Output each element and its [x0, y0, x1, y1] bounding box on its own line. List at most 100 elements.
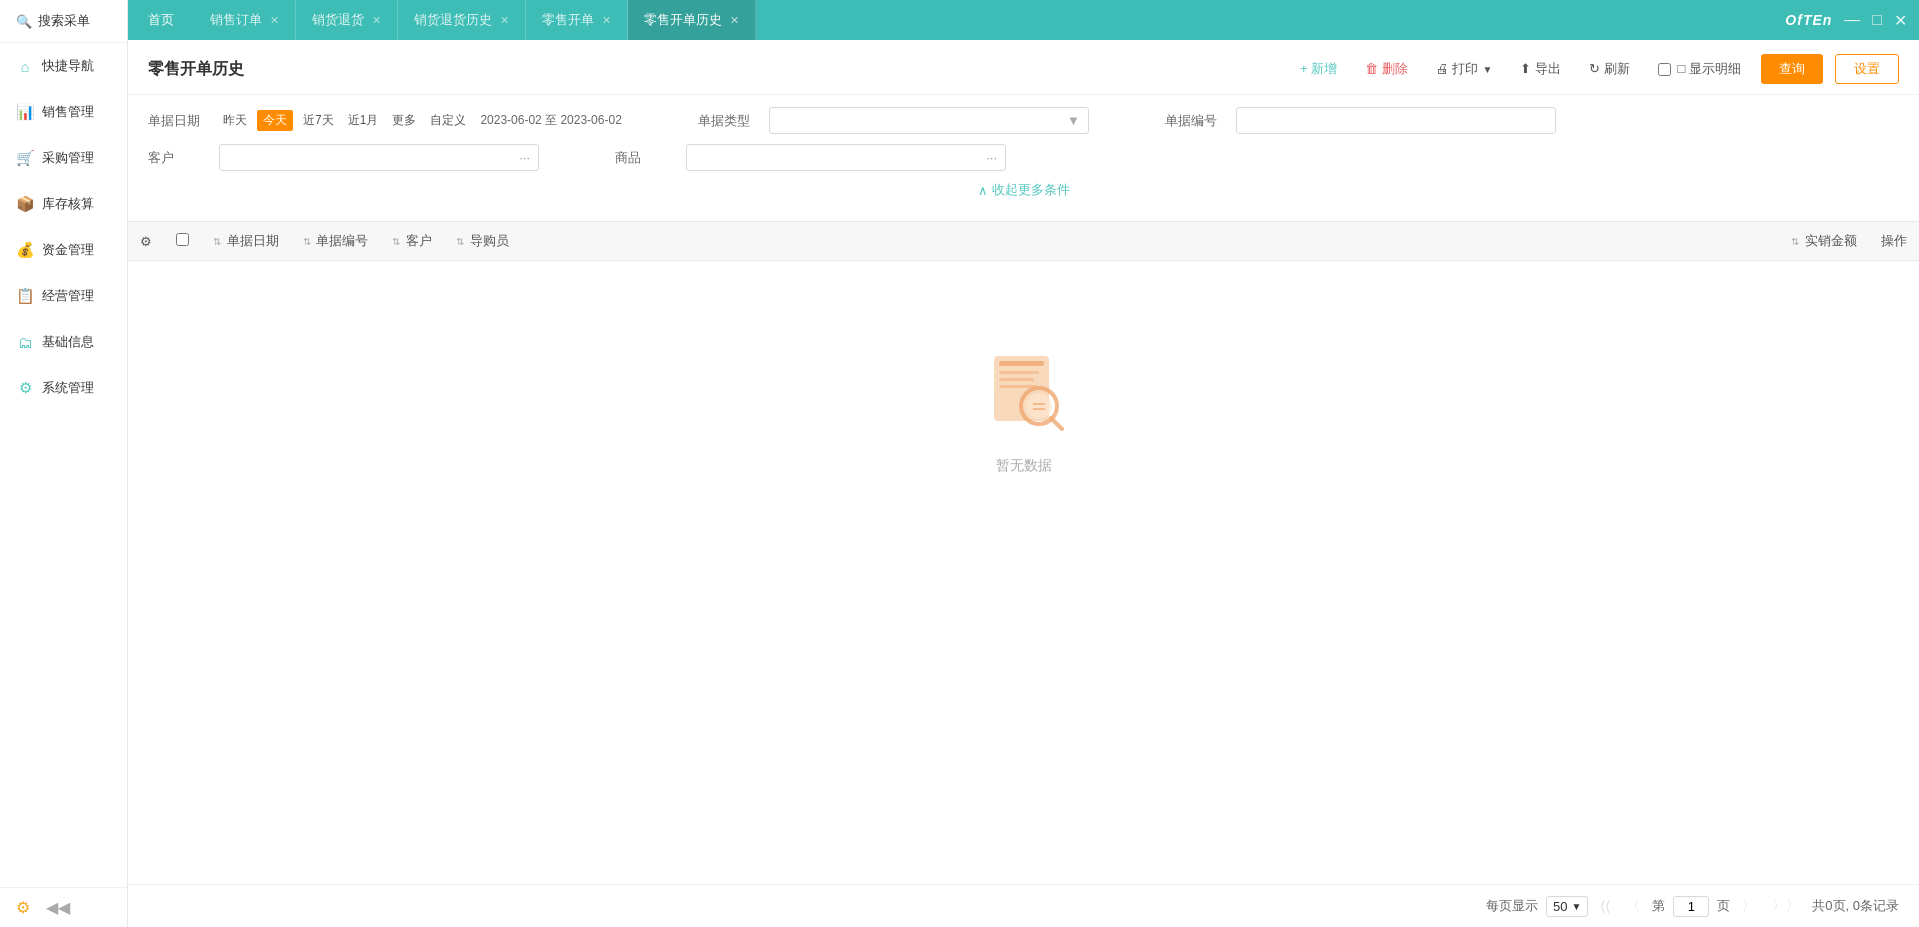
sort-salesperson-icon: ⇅ [456, 236, 464, 247]
th-number[interactable]: ⇅ 单据编号 [291, 222, 381, 261]
sort-amount-icon: ⇅ [1791, 236, 1799, 247]
sort-customer-icon: ⇅ [392, 236, 400, 247]
tab-sales-order[interactable]: 销售订单 ✕ [194, 0, 296, 40]
date-custom-btn[interactable]: 自定义 [426, 110, 470, 131]
filter-row-2: 客户 ··· 商品 ··· [148, 144, 1899, 171]
table-area: ⚙ ⇅ 单据日期 ⇅ 单据编号 [128, 221, 1919, 884]
sidebar-item-operations[interactable]: 📋 经营管理 [0, 273, 127, 319]
th-action: 操作 [1869, 222, 1919, 261]
customer-filter-input[interactable]: ··· [219, 144, 539, 171]
th-customer-label: 客户 [406, 233, 432, 248]
th-amount[interactable]: ⇅ 实销金额 [1779, 222, 1869, 261]
sidebar-item-sales[interactable]: 📊 销售管理 [0, 89, 127, 135]
export-button[interactable]: ⬆ 导出 [1512, 56, 1569, 82]
settings-gear-icon[interactable]: ⚙ [16, 898, 30, 917]
sidebar: 🔍 搜索采单 ⌂ 快捷导航 📊 销售管理 🛒 采购管理 📦 库存核算 💰 资金管… [0, 0, 128, 927]
customer-filter-label: 客户 [148, 149, 203, 167]
collapse-label: 收起更多条件 [992, 181, 1070, 199]
prev-page-button[interactable]: 〈 [1622, 895, 1644, 917]
goods-filter-label: 商品 [615, 149, 670, 167]
tab-sales-return[interactable]: 销货退货 ✕ [296, 0, 398, 40]
type-filter-label: 单据类型 [698, 112, 753, 130]
last-page-button[interactable]: 〉〉 [1768, 895, 1804, 917]
delete-button[interactable]: 🗑 删除 [1357, 56, 1416, 82]
display-detail-checkbox[interactable] [1658, 63, 1671, 76]
type-filter-select[interactable]: ▼ [769, 107, 1089, 134]
tab-home[interactable]: 首页 [128, 0, 194, 40]
collapse-sidebar-icon[interactable]: ◀◀ [46, 898, 70, 917]
main-content: 首页 销售订单 ✕ 销货退货 ✕ 销货退货历史 ✕ 零售开单 ✕ 零售开单历史 … [128, 0, 1919, 927]
window-close-button[interactable]: ✕ [1894, 11, 1907, 30]
sidebar-item-label: 采购管理 [42, 149, 94, 167]
th-customer[interactable]: ⇅ 客户 [380, 222, 444, 261]
query-button[interactable]: 查询 [1761, 54, 1823, 84]
filter-row-collapse: ∧ 收起更多条件 [148, 181, 1899, 199]
th-gear[interactable]: ⚙ [128, 222, 164, 261]
table-header: ⚙ ⇅ 单据日期 ⇅ 单据编号 [128, 222, 1919, 261]
type-select-dropdown-icon: ▼ [1067, 113, 1080, 128]
close-tab-sales-return-history-icon[interactable]: ✕ [500, 14, 509, 27]
svg-rect-1 [999, 361, 1044, 366]
sidebar-item-finance[interactable]: 💰 资金管理 [0, 227, 127, 273]
nav-right-controls: OfTEn — □ ✕ [1785, 11, 1919, 30]
first-page-button[interactable]: ⟨⟨ [1596, 896, 1614, 916]
sidebar-item-inventory[interactable]: 📦 库存核算 [0, 181, 127, 227]
tab-retail-open-history[interactable]: 零售开单历史 ✕ [628, 0, 756, 40]
window-minimize-button[interactable]: — [1844, 11, 1860, 29]
date-7days-btn[interactable]: 近7天 [299, 110, 338, 131]
display-detail-button[interactable]: □ 显示明细 [1650, 56, 1749, 82]
setting-button[interactable]: 设置 [1835, 54, 1899, 84]
page-size-select[interactable]: 50 ▼ [1546, 896, 1588, 917]
sidebar-item-quick-nav[interactable]: ⌂ 快捷导航 [0, 43, 127, 89]
collapse-more-btn[interactable]: ∧ 收起更多条件 [978, 181, 1070, 199]
goods-dots-icon[interactable]: ··· [986, 150, 997, 165]
th-amount-label: 实销金额 [1805, 233, 1857, 248]
date-today-btn[interactable]: 今天 [257, 110, 293, 131]
number-filter-input[interactable] [1236, 107, 1556, 134]
add-button[interactable]: + 新增 [1292, 56, 1345, 82]
th-salesperson[interactable]: ⇅ 导购员 [444, 222, 521, 261]
number-input-field[interactable] [1245, 113, 1547, 128]
filter-area: 单据日期 昨天 今天 近7天 近1月 更多 自定义 2023-06-02 至 2… [128, 95, 1919, 221]
sidebar-item-purchase[interactable]: 🛒 采购管理 [0, 135, 127, 181]
close-tab-retail-open-icon[interactable]: ✕ [602, 14, 611, 27]
refresh-button[interactable]: ↻ 刷新 [1581, 56, 1638, 82]
th-date[interactable]: ⇅ 单据日期 [201, 222, 291, 261]
th-checkbox[interactable] [164, 222, 201, 261]
filter-row-1: 单据日期 昨天 今天 近7天 近1月 更多 自定义 2023-06-02 至 2… [148, 107, 1899, 134]
empty-state-row: 暂无数据 [128, 261, 1919, 516]
sidebar-item-label: 基础信息 [42, 333, 94, 351]
close-tab-sales-order-icon[interactable]: ✕ [270, 14, 279, 27]
sidebar-item-basic-info[interactable]: 🗂 基础信息 [0, 319, 127, 365]
date-filter-label: 单据日期 [148, 112, 203, 130]
close-tab-retail-open-history-icon[interactable]: ✕ [730, 14, 739, 27]
date-more-btn[interactable]: 更多 [388, 110, 420, 131]
sidebar-item-system[interactable]: ⚙ 系统管理 [0, 365, 127, 411]
toolbar: + 新增 🗑 删除 🖨 打印 ▼ ⬆ 导出 ↻ 刷新 □ 显示明细 查询 设置 [1292, 54, 1899, 84]
customer-dots-icon[interactable]: ··· [519, 150, 530, 165]
system-icon: ⚙ [16, 379, 34, 397]
close-tab-sales-return-icon[interactable]: ✕ [372, 14, 381, 27]
page-size-label: 每页显示 [1486, 897, 1538, 915]
data-table: ⚙ ⇅ 单据日期 ⇅ 单据编号 [128, 221, 1919, 515]
page-word: 第 [1652, 897, 1665, 915]
th-action-label: 操作 [1881, 233, 1907, 248]
finance-icon: 💰 [16, 241, 34, 259]
gear-settings-icon[interactable]: ⚙ [140, 234, 152, 249]
page-content: 零售开单历史 + 新增 🗑 删除 🖨 打印 ▼ ⬆ 导出 ↻ 刷新 □ 显示明细… [128, 40, 1919, 927]
date-1month-btn[interactable]: 近1月 [344, 110, 383, 131]
print-dropdown-icon[interactable]: ▼ [1482, 64, 1492, 75]
goods-filter-input[interactable]: ··· [686, 144, 1006, 171]
print-button[interactable]: 🖨 打印 ▼ [1428, 56, 1501, 82]
select-all-checkbox[interactable] [176, 233, 189, 246]
sidebar-item-label: 销售管理 [42, 103, 94, 121]
collapse-up-icon: ∧ [978, 183, 988, 198]
window-maximize-button[interactable]: □ [1872, 11, 1882, 29]
page-number-input[interactable]: 1 [1673, 896, 1709, 917]
next-page-button[interactable]: 〉 [1738, 895, 1760, 917]
tab-sales-return-history[interactable]: 销货退货历史 ✕ [398, 0, 526, 40]
page-size-value: 50 [1553, 899, 1567, 914]
sidebar-search[interactable]: 🔍 搜索采单 [0, 0, 127, 43]
tab-retail-open[interactable]: 零售开单 ✕ [526, 0, 628, 40]
date-yesterday-btn[interactable]: 昨天 [219, 110, 251, 131]
